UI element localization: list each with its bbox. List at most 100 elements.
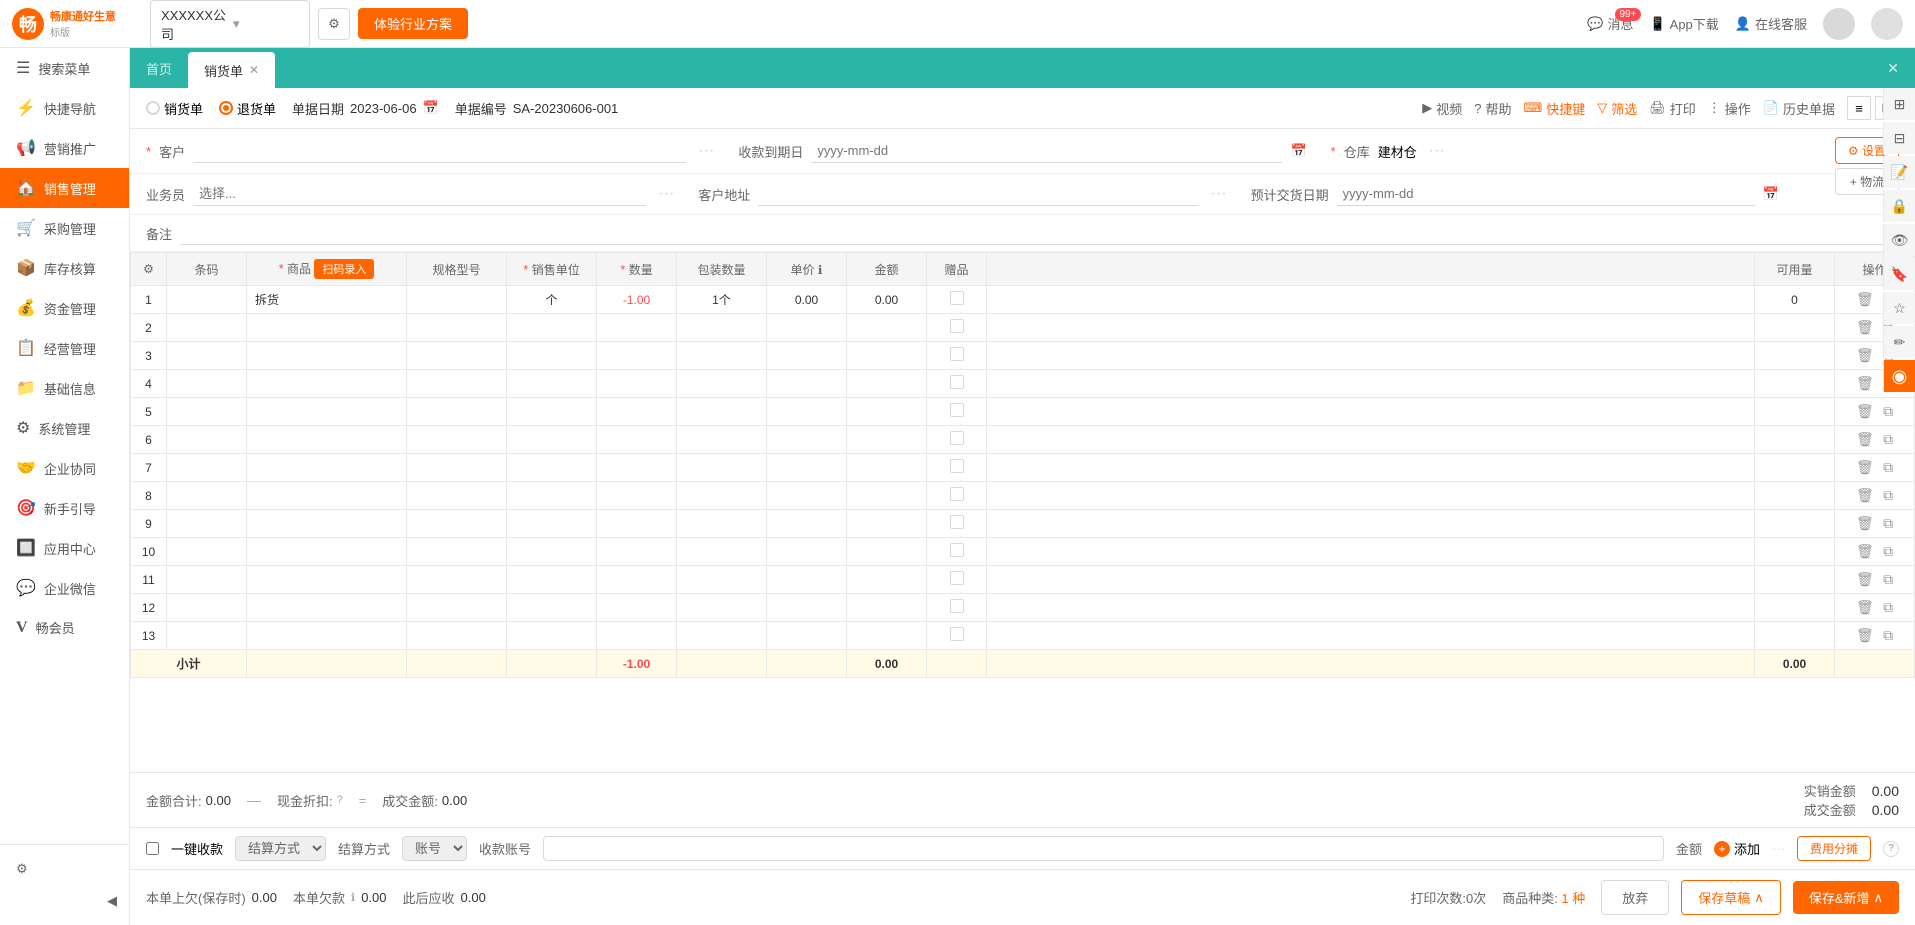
- delete-icon-10[interactable]: 🗑: [1856, 571, 1874, 587]
- cell-pkgqty-12[interactable]: [677, 622, 767, 650]
- cell-product-1[interactable]: [247, 314, 407, 342]
- cell-unit-3[interactable]: [507, 370, 597, 398]
- cell-product-9[interactable]: [247, 538, 407, 566]
- sidebar-item-sales-mgmt[interactable]: 🏠 销售管理: [0, 168, 129, 208]
- delivery-calendar-icon[interactable]: 📅: [1763, 186, 1779, 202]
- cell-unit-1[interactable]: [507, 314, 597, 342]
- app-download-button[interactable]: 📱 App下载: [1649, 14, 1718, 33]
- cell-spec-1[interactable]: [407, 314, 507, 342]
- cell-amount-5[interactable]: [847, 426, 927, 454]
- cell-spec-7[interactable]: [407, 482, 507, 510]
- tab-sales-order[interactable]: 销货单 ✕: [188, 52, 275, 88]
- cell-product-11[interactable]: [247, 594, 407, 622]
- cell-pkgqty-5[interactable]: [677, 426, 767, 454]
- sidebar-settings-button[interactable]: ⚙: [0, 853, 129, 885]
- sidebar-item-basic-info[interactable]: 📁 基础信息: [0, 368, 129, 408]
- cell-quantity-12[interactable]: [597, 622, 677, 650]
- sidebar-item-marketing[interactable]: 📢 营销推广: [0, 128, 129, 168]
- cell-gift-11[interactable]: [927, 594, 987, 622]
- cell-spec-12[interactable]: [407, 622, 507, 650]
- customer-input[interactable]: [193, 139, 686, 163]
- amount-input[interactable]: [543, 836, 1664, 861]
- cell-quantity-7[interactable]: [597, 482, 677, 510]
- delete-icon-7[interactable]: 🗑: [1856, 487, 1874, 503]
- cell-pkgqty-3[interactable]: [677, 370, 767, 398]
- video-button[interactable]: ▶ 视频: [1422, 99, 1462, 118]
- cell-unit-8[interactable]: [507, 510, 597, 538]
- delete-icon-12[interactable]: 🗑: [1856, 627, 1874, 643]
- fee-split-button[interactable]: 费用分摊: [1797, 836, 1871, 861]
- due-date-input[interactable]: [811, 139, 1282, 163]
- cell-product-12[interactable]: [247, 622, 407, 650]
- view-list-button[interactable]: ≡: [1847, 96, 1871, 120]
- cell-price-10[interactable]: [767, 566, 847, 594]
- help-button[interactable]: ? 帮助: [1474, 99, 1511, 118]
- cell-pkgqty-4[interactable]: [677, 398, 767, 426]
- cell-product-8[interactable]: [247, 510, 407, 538]
- cell-spec-2[interactable]: [407, 342, 507, 370]
- delete-icon-11[interactable]: 🗑: [1856, 599, 1874, 615]
- salesperson-expand-icon[interactable]: ···: [658, 185, 674, 203]
- cell-product-6[interactable]: [247, 454, 407, 482]
- cell-barcode-10[interactable]: [167, 566, 247, 594]
- customer-address-input[interactable]: [758, 182, 1198, 206]
- cell-pkgqty-6[interactable]: [677, 454, 767, 482]
- copy-icon-11[interactable]: ⧉: [1883, 599, 1893, 615]
- sidebar-item-app-center[interactable]: 🔲 应用中心: [0, 528, 129, 568]
- cell-unit-10[interactable]: [507, 566, 597, 594]
- cell-amount-7[interactable]: [847, 482, 927, 510]
- cell-price-12[interactable]: [767, 622, 847, 650]
- cell-spec-0[interactable]: [407, 286, 507, 314]
- th-settings[interactable]: ⚙: [131, 253, 167, 286]
- copy-icon-9[interactable]: ⧉: [1883, 543, 1893, 559]
- cell-pkgqty-2[interactable]: [677, 342, 767, 370]
- tab-close-window[interactable]: ✕: [1887, 60, 1915, 77]
- cell-price-7[interactable]: [767, 482, 847, 510]
- cell-amount-3[interactable]: [847, 370, 927, 398]
- right-icon-orange[interactable]: ◉: [1883, 360, 1915, 392]
- cell-barcode-0[interactable]: [167, 286, 247, 314]
- cell-gift-10[interactable]: [927, 566, 987, 594]
- cell-gift-12[interactable]: [927, 622, 987, 650]
- cell-unit-9[interactable]: [507, 538, 597, 566]
- cell-spec-11[interactable]: [407, 594, 507, 622]
- cell-spec-10[interactable]: [407, 566, 507, 594]
- sidebar-item-business[interactable]: 📋 经营管理: [0, 328, 129, 368]
- messages-button[interactable]: 💬 消息 99+: [1587, 14, 1633, 33]
- cell-price-8[interactable]: [767, 510, 847, 538]
- delete-icon-6[interactable]: 🗑: [1856, 459, 1874, 475]
- right-icon-expand[interactable]: ⊞: [1883, 88, 1915, 120]
- cell-unit-0[interactable]: 个: [507, 286, 597, 314]
- delete-icon-1[interactable]: 🗑: [1856, 319, 1874, 335]
- right-icon-note[interactable]: 📝: [1883, 156, 1915, 188]
- cell-amount-8[interactable]: [847, 510, 927, 538]
- cell-price-4[interactable]: [767, 398, 847, 426]
- print-button[interactable]: 🖨 打印: [1649, 99, 1696, 118]
- cell-barcode-1[interactable]: [167, 314, 247, 342]
- right-icon-lock[interactable]: 🔒: [1883, 190, 1915, 222]
- cell-barcode-5[interactable]: [167, 426, 247, 454]
- cell-quantity-6[interactable]: [597, 454, 677, 482]
- cell-price-1[interactable]: [767, 314, 847, 342]
- cell-gift-9[interactable]: [927, 538, 987, 566]
- delete-icon-2[interactable]: 🗑: [1856, 347, 1874, 363]
- cell-price-5[interactable]: [767, 426, 847, 454]
- sidebar-item-inventory[interactable]: 📦 库存核算: [0, 248, 129, 288]
- cell-barcode-4[interactable]: [167, 398, 247, 426]
- cell-barcode-12[interactable]: [167, 622, 247, 650]
- cell-pkgqty-7[interactable]: [677, 482, 767, 510]
- cell-price-0[interactable]: 0.00: [767, 286, 847, 314]
- cell-pkgqty-10[interactable]: [677, 566, 767, 594]
- cell-barcode-9[interactable]: [167, 538, 247, 566]
- cell-amount-1[interactable]: [847, 314, 927, 342]
- close-window-icon[interactable]: ✕: [1887, 60, 1899, 77]
- cell-spec-6[interactable]: [407, 454, 507, 482]
- copy-icon-6[interactable]: ⧉: [1883, 459, 1893, 475]
- cell-barcode-2[interactable]: [167, 342, 247, 370]
- tab-close-icon[interactable]: ✕: [249, 63, 259, 77]
- cell-quantity-11[interactable]: [597, 594, 677, 622]
- cell-quantity-2[interactable]: [597, 342, 677, 370]
- cell-gift-7[interactable]: [927, 482, 987, 510]
- cell-amount-9[interactable]: [847, 538, 927, 566]
- cell-spec-4[interactable]: [407, 398, 507, 426]
